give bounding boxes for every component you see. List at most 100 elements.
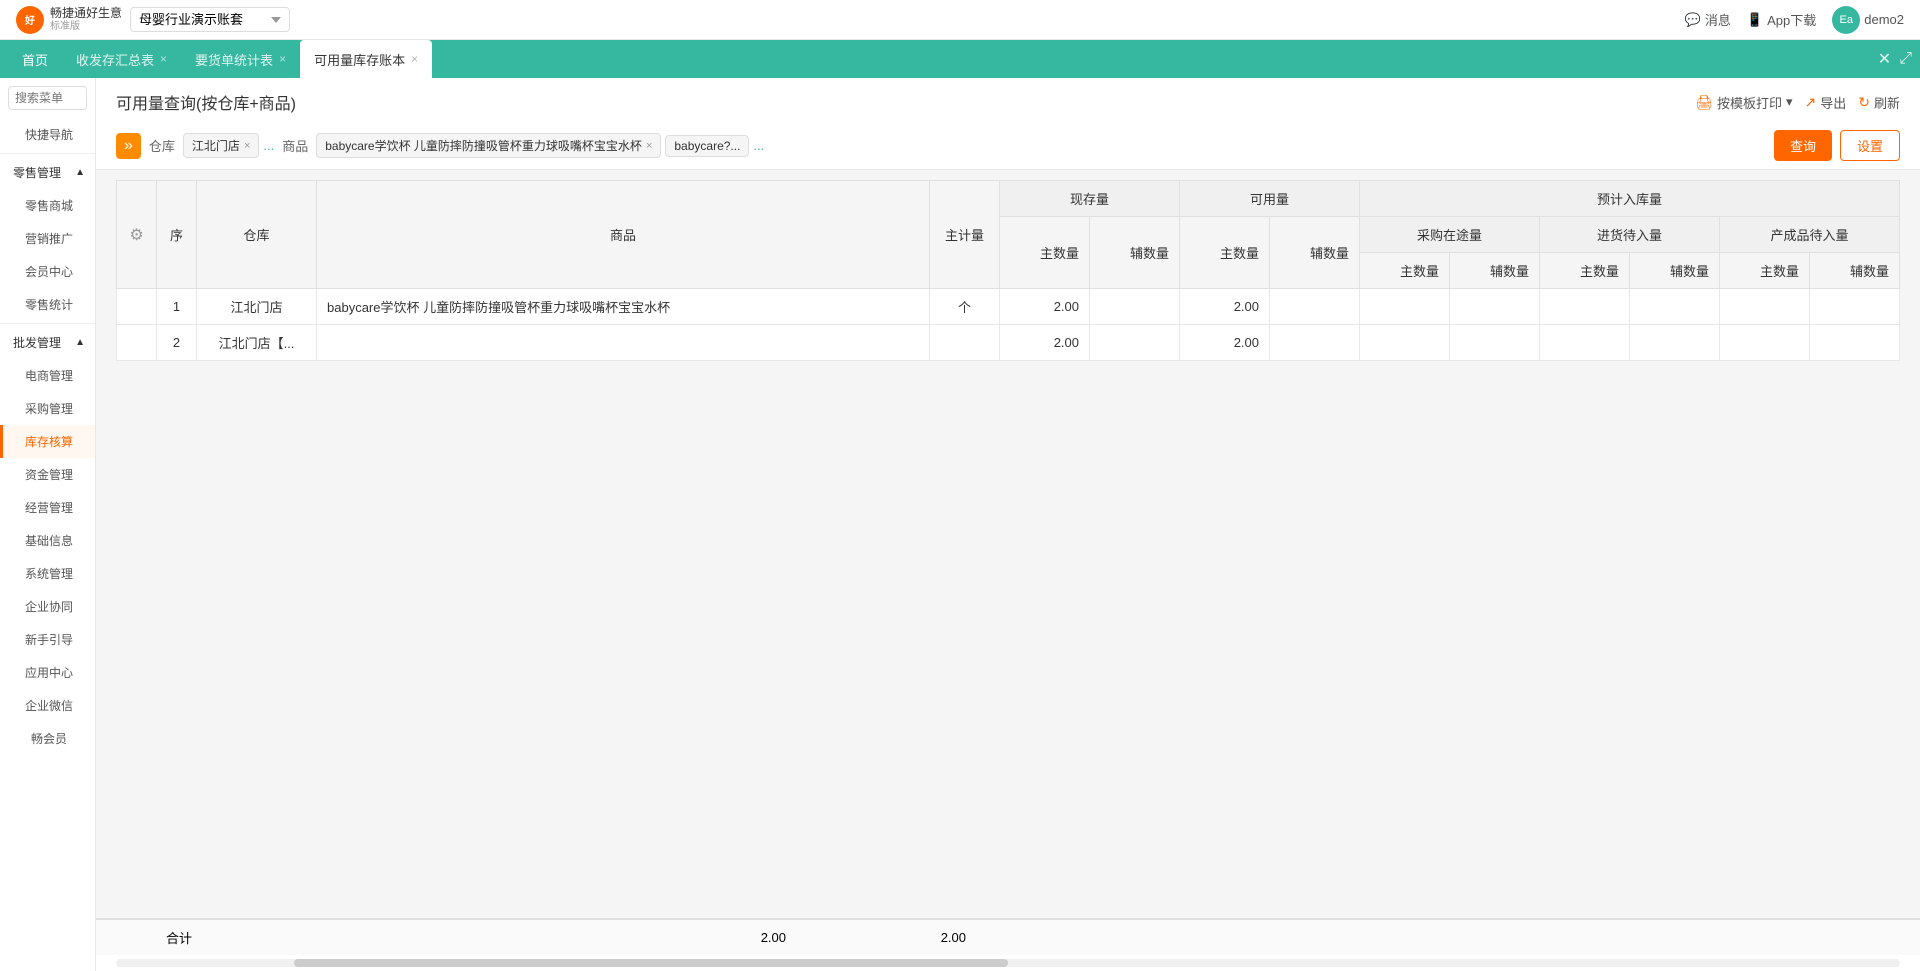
cell-current-sub xyxy=(1090,325,1180,361)
message-btn[interactable]: 💬 消息 xyxy=(1685,10,1731,29)
cell-production-pending-sub xyxy=(1810,325,1900,361)
footer-available-main: 2.00 xyxy=(876,930,966,945)
cell-inbound-pending-sub xyxy=(1630,325,1720,361)
content-area: 可用量查询(按仓库+商品) 🖨 按模板打印 ▾ ↗ 导出 ↻ 刷新 » xyxy=(96,78,1920,971)
search-input[interactable] xyxy=(8,86,87,110)
product-filter-label: 商品 xyxy=(282,136,308,155)
footer-current-main: 2.00 xyxy=(696,930,786,945)
tab-receive-summary[interactable]: 收发存汇总表 × xyxy=(62,40,181,78)
sidebar-item-purchase-label: 采购管理 xyxy=(25,400,73,417)
sidebar-item-ecommerce[interactable]: 电商管理 xyxy=(0,359,95,392)
sidebar-item-operations[interactable]: 经营管理 xyxy=(0,491,95,524)
industry-select[interactable]: 母婴行业演示账套 xyxy=(130,7,290,32)
cell-current-sub xyxy=(1090,289,1180,325)
tab-available-stock-close[interactable]: × xyxy=(411,52,418,66)
col-header-available-main: 主数量 xyxy=(1180,217,1270,289)
sidebar-item-basic-info-label: 基础信息 xyxy=(25,532,73,549)
sidebar-item-retail-stats-label: 零售统计 xyxy=(25,296,73,313)
cell-production-pending-main xyxy=(1720,289,1810,325)
sidebar-item-operations-label: 经营管理 xyxy=(25,499,73,516)
print-icon: 🖨 xyxy=(1695,94,1713,111)
sidebar-divider-1 xyxy=(0,153,95,154)
query-btn[interactable]: 查询 xyxy=(1774,130,1832,161)
tab-receive-summary-close[interactable]: × xyxy=(160,52,167,66)
product-filter-tags: babycare学饮杯 儿童防摔防撞吸管杯重力球吸嘴杯宝宝水杯 × babyca… xyxy=(316,133,764,158)
cell-production-pending-sub xyxy=(1810,289,1900,325)
sidebar-item-marketing[interactable]: 营销推广 xyxy=(0,222,95,255)
cell-purchase-transit-sub xyxy=(1450,325,1540,361)
app-download-btn[interactable]: 📱 App下载 xyxy=(1747,10,1816,29)
scrollbar-thumb[interactable] xyxy=(294,959,1008,967)
product-tag-2: babycare?... xyxy=(665,135,749,157)
sidebar-item-guide[interactable]: 新手引导 xyxy=(0,623,95,656)
page-header: 可用量查询(按仓库+商品) 🖨 按模板打印 ▾ ↗ 导出 ↻ 刷新 xyxy=(96,78,1920,122)
sidebar-item-quick-nav[interactable]: 快捷导航 xyxy=(0,118,95,151)
sidebar-item-retail-mgmt[interactable]: 零售管理 ▲ xyxy=(0,156,95,189)
sidebar-item-chang-member-label: 畅会员 xyxy=(31,730,67,747)
tab-order-stats-close[interactable]: × xyxy=(279,52,286,66)
table-row: 1 江北门店 babycare学饮杯 儿童防摔防撞吸管杯重力球吸嘴杯宝宝水杯 个… xyxy=(117,289,1900,325)
col-header-unit: 主计量 xyxy=(930,181,1000,289)
tab-available-stock-label: 可用量库存账本 xyxy=(314,50,405,69)
print-btn[interactable]: 🖨 按模板打印 ▾ xyxy=(1695,93,1792,112)
setting-btn[interactable]: 设置 xyxy=(1840,130,1900,161)
col-header-inbound-pending-sub: 辅数量 xyxy=(1630,253,1720,289)
warehouse-tag-close[interactable]: × xyxy=(244,140,250,152)
cell-seq: 2 xyxy=(157,325,197,361)
refresh-btn[interactable]: ↻ 刷新 xyxy=(1858,93,1900,112)
logo-area: 好 畅捷通好生意 标准版 xyxy=(16,6,122,34)
filter-row-right: 查询 设置 xyxy=(1774,130,1900,161)
export-btn[interactable]: ↗ 导出 xyxy=(1805,93,1847,112)
col-header-warehouse: 仓库 xyxy=(197,181,317,289)
sidebar-item-member-center[interactable]: 会员中心 xyxy=(0,255,95,288)
product-more-btn[interactable]: ... xyxy=(753,138,764,153)
sidebar-item-wholesale-mgmt-label: 批发管理 xyxy=(13,334,61,351)
filter-expand-btn[interactable]: » xyxy=(116,133,141,159)
sidebar-item-enterprise-wechat[interactable]: 企业微信 xyxy=(0,689,95,722)
product-tag-1-close[interactable]: × xyxy=(646,140,652,152)
download-icon: 📱 xyxy=(1747,12,1763,28)
sidebar-item-system[interactable]: 系统管理 xyxy=(0,557,95,590)
cell-product: babycare学饮杯 儿童防摔防撞吸管杯重力球吸嘴杯宝宝水杯 xyxy=(317,289,930,325)
tab-receive-summary-label: 收发存汇总表 xyxy=(76,50,154,69)
close-window-btn[interactable]: ✕ xyxy=(1878,49,1891,69)
chevron-up-icon: ▲ xyxy=(75,167,85,178)
tab-available-stock[interactable]: 可用量库存账本 × xyxy=(300,40,432,78)
sidebar-item-enterprise-collab[interactable]: 企业协同 xyxy=(0,590,95,623)
user-info[interactable]: Ea demo2 xyxy=(1832,6,1904,34)
sidebar-item-marketing-label: 营销推广 xyxy=(25,230,73,247)
sidebar-item-basic-info[interactable]: 基础信息 xyxy=(0,524,95,557)
refresh-icon: ↻ xyxy=(1858,94,1870,111)
col-header-available-group: 可用量 xyxy=(1180,181,1360,217)
table-footer: 合计 2.00 2.00 xyxy=(96,918,1920,955)
sidebar-item-app-center[interactable]: 应用中心 xyxy=(0,656,95,689)
page-title: 可用量查询(按仓库+商品) xyxy=(116,90,296,114)
top-bar-right: 💬 消息 📱 App下载 Ea demo2 xyxy=(1685,6,1904,34)
cell-current-main: 2.00 xyxy=(1000,325,1090,361)
print-dropdown-icon: ▾ xyxy=(1786,94,1793,110)
cell-available-sub xyxy=(1270,289,1360,325)
gear-icon[interactable]: ⚙ xyxy=(129,227,143,244)
app-logo-icon: 好 xyxy=(16,6,44,34)
sidebar-item-wholesale-mgmt[interactable]: 批发管理 ▲ xyxy=(0,326,95,359)
sidebar-item-inventory[interactable]: 库存核算 xyxy=(0,425,95,458)
sidebar-item-chang-member[interactable]: 畅会员 xyxy=(0,722,95,755)
sidebar-item-member-center-label: 会员中心 xyxy=(25,263,73,280)
maximize-window-btn[interactable]: ⤢ xyxy=(1899,50,1912,68)
sidebar-item-purchase[interactable]: 采购管理 xyxy=(0,392,95,425)
sidebar-item-retail-stats[interactable]: 零售统计 xyxy=(0,288,95,321)
data-table: ⚙ 序 仓库 商品 主计量 现存量 可用量 预计入库量 主数量 辅数量 主数量 xyxy=(116,180,1900,361)
tab-home[interactable]: 首页 xyxy=(8,40,62,78)
cell-inbound-pending-sub xyxy=(1630,289,1720,325)
tab-order-stats[interactable]: 要货单统计表 × xyxy=(181,40,300,78)
sidebar-item-finance-label: 资金管理 xyxy=(25,466,73,483)
cell-available-sub xyxy=(1270,325,1360,361)
warehouse-filter-label: 仓库 xyxy=(149,136,175,155)
warehouse-more-btn[interactable]: ... xyxy=(263,138,274,153)
sidebar-item-finance[interactable]: 资金管理 xyxy=(0,458,95,491)
sidebar-item-inventory-label: 库存核算 xyxy=(25,433,73,450)
sidebar-item-quick-nav-label: 快捷导航 xyxy=(25,126,73,143)
col-header-inbound-pending-group: 进货待入量 xyxy=(1540,217,1720,253)
sidebar-item-retail-mall[interactable]: 零售商城 xyxy=(0,189,95,222)
scrollbar-area xyxy=(96,955,1920,971)
